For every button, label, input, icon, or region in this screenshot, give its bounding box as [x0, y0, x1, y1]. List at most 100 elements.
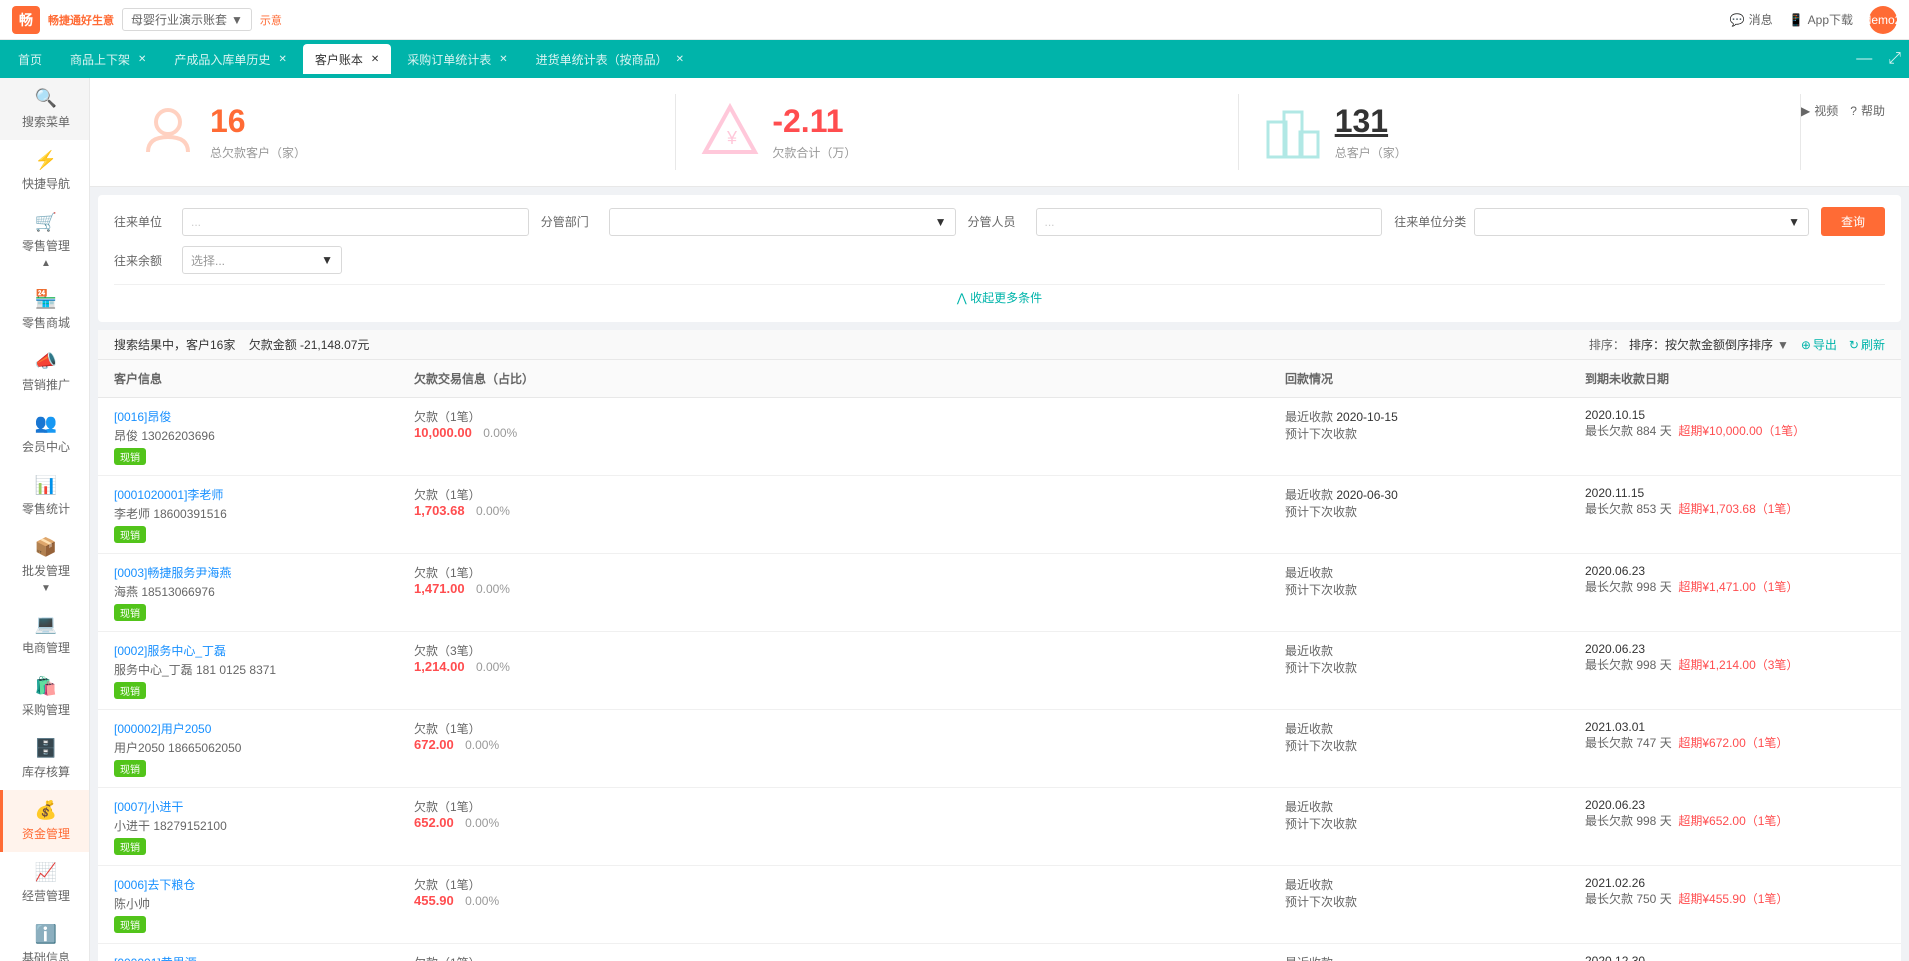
due-date: 2020.06.23	[1585, 798, 1885, 812]
customer-name-link[interactable]: [0016]昂俊	[114, 408, 414, 425]
purchase-mgmt-icon: 🛍️	[35, 676, 57, 697]
export-button[interactable]: ⊕ 导出	[1801, 336, 1837, 353]
tab-close-product-history[interactable]: ✕	[278, 54, 286, 65]
sidebar-item-search[interactable]: 🔍 搜索菜单	[0, 78, 89, 140]
overdue-amount-link[interactable]: 超期¥1,703.68（1笔）	[1678, 502, 1798, 516]
tab-close-inbound-stats[interactable]: ✕	[676, 54, 684, 65]
debt-percent: 0.00%	[476, 660, 510, 674]
tab-purchase-order[interactable]: 采购订单统计表 ✕	[395, 44, 519, 74]
message-button[interactable]: 💬 消息	[1730, 11, 1773, 28]
industry-select[interactable]: 母婴行业演示账套 ▼	[122, 8, 252, 31]
collapse-up-icon: ⋀	[957, 291, 970, 305]
sidebar-item-basic-info[interactable]: ℹ️ 基础信息	[0, 914, 89, 961]
due-date: 2020.10.15	[1585, 408, 1885, 422]
tab-close-product-shelf[interactable]: ✕	[138, 54, 146, 65]
sidebar-item-operations[interactable]: 📈 经营管理	[0, 852, 89, 914]
customer-name-link[interactable]: [000001]黄思源	[114, 954, 414, 961]
person-input[interactable]: ...	[1036, 208, 1383, 236]
from-unit-input[interactable]: ...	[182, 208, 529, 236]
sidebar-item-purchase-mgmt[interactable]: 🛍️ 采购管理	[0, 666, 89, 728]
sidebar-item-marketing[interactable]: 📣 营销推广	[0, 341, 89, 403]
customer-name-link[interactable]: [0001020001]李老师	[114, 486, 414, 503]
collection-cell: 最近收款 预计下次收款	[1285, 876, 1585, 910]
table-row: [000001]黄思源 黄思源 13552700226 现销 欠款（1笔） 42…	[98, 944, 1901, 961]
sidebar-item-finance[interactable]: 💰 资金管理	[0, 790, 89, 852]
refresh-icon: ↻	[1849, 338, 1859, 352]
debt-cell: 欠款（3笔） 1,214.00 0.00%	[414, 642, 1285, 674]
customer-name-link[interactable]: [0006]去下粮仓	[114, 876, 414, 893]
customer-phone: 服务中心_丁磊 181 0125 8371	[114, 661, 414, 678]
customer-name-link[interactable]: [0007]小进干	[114, 798, 414, 815]
user-avatar[interactable]: demo2	[1869, 6, 1897, 34]
collapse-bar[interactable]: ⋀ 收起更多条件	[114, 284, 1885, 310]
sort-select[interactable]: 排序： 排序：按欠款金额倒序排序 ▼	[1589, 336, 1789, 353]
overdue-amount-link[interactable]: 超期¥1,471.00（1笔）	[1678, 580, 1798, 594]
overdue-days: 最长欠款 884 天	[1585, 424, 1672, 438]
sidebar-item-retail-mgmt[interactable]: 🛒 零售管理 ▲	[0, 202, 89, 279]
overdue-amount-link[interactable]: 超期¥652.00（1笔）	[1678, 814, 1788, 828]
collection-cell: 最近收款 2020-06-30 预计下次收款	[1285, 486, 1585, 520]
balance-label: 往来余额	[114, 252, 174, 269]
customer-badge: 现销	[114, 604, 146, 621]
dept-select[interactable]: ▼	[609, 208, 956, 236]
col-due-date: 到期未收款日期	[1585, 370, 1885, 387]
debt-label: 欠款（1笔）	[414, 720, 1285, 737]
help-button[interactable]: ? 帮助	[1850, 102, 1885, 119]
due-date-cell: 2020.10.15 最长欠款 884 天 超期¥10,000.00（1笔）	[1585, 408, 1885, 439]
finance-icon: 💰	[35, 800, 57, 821]
stat-customers-number: 16	[210, 103, 306, 140]
debt-cell: 欠款（1笔） 652.00 0.00%	[414, 798, 1285, 830]
sidebar-item-member[interactable]: 👥 会员中心	[0, 403, 89, 465]
tab-home[interactable]: 首页	[6, 44, 54, 74]
filter-area: 往来单位 ... 分管部门 ▼ 分管人员 ...	[98, 195, 1901, 322]
tab-customer-account[interactable]: 客户账本 ✕	[303, 44, 391, 74]
from-unit-label: 往来单位	[114, 213, 174, 230]
member-icon: 👥	[35, 413, 57, 434]
tab-product-history[interactable]: 产成品入库单历史 ✕	[162, 44, 298, 74]
customer-name-link[interactable]: [0003]畅捷服务尹海燕	[114, 564, 414, 581]
debt-label: 欠款（1笔）	[414, 486, 1285, 503]
sidebar-item-quick-nav[interactable]: ⚡ 快捷导航	[0, 140, 89, 202]
stat-total-label: 总客户（家）	[1335, 144, 1407, 161]
overdue-days: 最长欠款 998 天	[1585, 658, 1672, 672]
debt-percent: 0.00%	[476, 582, 510, 596]
view-button[interactable]: ▶ 视频	[1801, 102, 1838, 119]
export-icon: ⊕	[1801, 338, 1811, 352]
sidebar-item-ecommerce[interactable]: 💻 电商管理	[0, 604, 89, 666]
overdue-amount-link[interactable]: 超期¥1,214.00（3笔）	[1678, 658, 1798, 672]
customer-name-link[interactable]: [000002]用户2050	[114, 720, 414, 737]
main-layout: 🔍 搜索菜单 ⚡ 快捷导航 🛒 零售管理 ▲ 🏪 零售商城 📣 营销推广 👥 会…	[0, 78, 1909, 961]
overdue-amount-link[interactable]: 超期¥10,000.00（1笔）	[1678, 424, 1805, 438]
tab-minimize-icon[interactable]: —	[1852, 46, 1876, 72]
overdue-amount-link[interactable]: 超期¥672.00（1笔）	[1678, 736, 1788, 750]
sidebar-item-batch-mgmt[interactable]: 📦 批发管理 ▼	[0, 527, 89, 604]
customer-badge: 现销	[114, 448, 146, 465]
tab-close-purchase-order[interactable]: ✕	[499, 54, 507, 65]
next-collection-label: 预计下次收款	[1285, 659, 1585, 676]
refresh-button[interactable]: ↻ 刷新	[1849, 336, 1885, 353]
app-download-button[interactable]: 📱 App下载	[1789, 11, 1853, 28]
chevron-down-icon-3: ▼	[321, 253, 333, 267]
overdue-amount-link[interactable]: 超期¥455.90（1笔）	[1678, 892, 1788, 906]
top-header: 畅 畅捷通好生意 母婴行业演示账套 ▼ 示意 💬 消息 📱 App下载 demo…	[0, 0, 1909, 40]
table-header: 客户信息 欠款交易信息（占比） 回款情况 到期未收款日期	[98, 360, 1901, 398]
sidebar-item-retail-stats[interactable]: 📊 零售统计	[0, 465, 89, 527]
tab-inbound-stats[interactable]: 进货单统计表（按商品） ✕	[524, 44, 696, 74]
collection-cell: 最近收款 预计下次收款	[1285, 564, 1585, 598]
sidebar-item-inventory[interactable]: 🗄️ 库存核算	[0, 728, 89, 790]
debt-percent: 0.00%	[483, 426, 517, 440]
query-button[interactable]: 查询	[1821, 207, 1885, 236]
inventory-icon: 🗄️	[35, 738, 57, 759]
retail-mall-icon: 🏪	[35, 289, 57, 310]
debt-percent: 0.00%	[465, 816, 499, 830]
tab-close-customer-account[interactable]: ✕	[371, 54, 379, 65]
collection-cell: 最近收款 预计下次收款	[1285, 642, 1585, 676]
col-collection: 回款情况	[1285, 370, 1585, 387]
tab-maximize-icon[interactable]: ⤢	[1884, 46, 1905, 72]
unit-category-select[interactable]: ▼	[1474, 208, 1809, 236]
sidebar-item-retail-mall[interactable]: 🏪 零售商城	[0, 279, 89, 341]
brand-short[interactable]: 示意	[260, 12, 282, 28]
customer-name-link[interactable]: [0002]服务中心_丁磊	[114, 642, 414, 659]
tab-product-shelf[interactable]: 商品上下架 ✕	[58, 44, 158, 74]
balance-select[interactable]: 选择... ▼	[182, 246, 342, 274]
